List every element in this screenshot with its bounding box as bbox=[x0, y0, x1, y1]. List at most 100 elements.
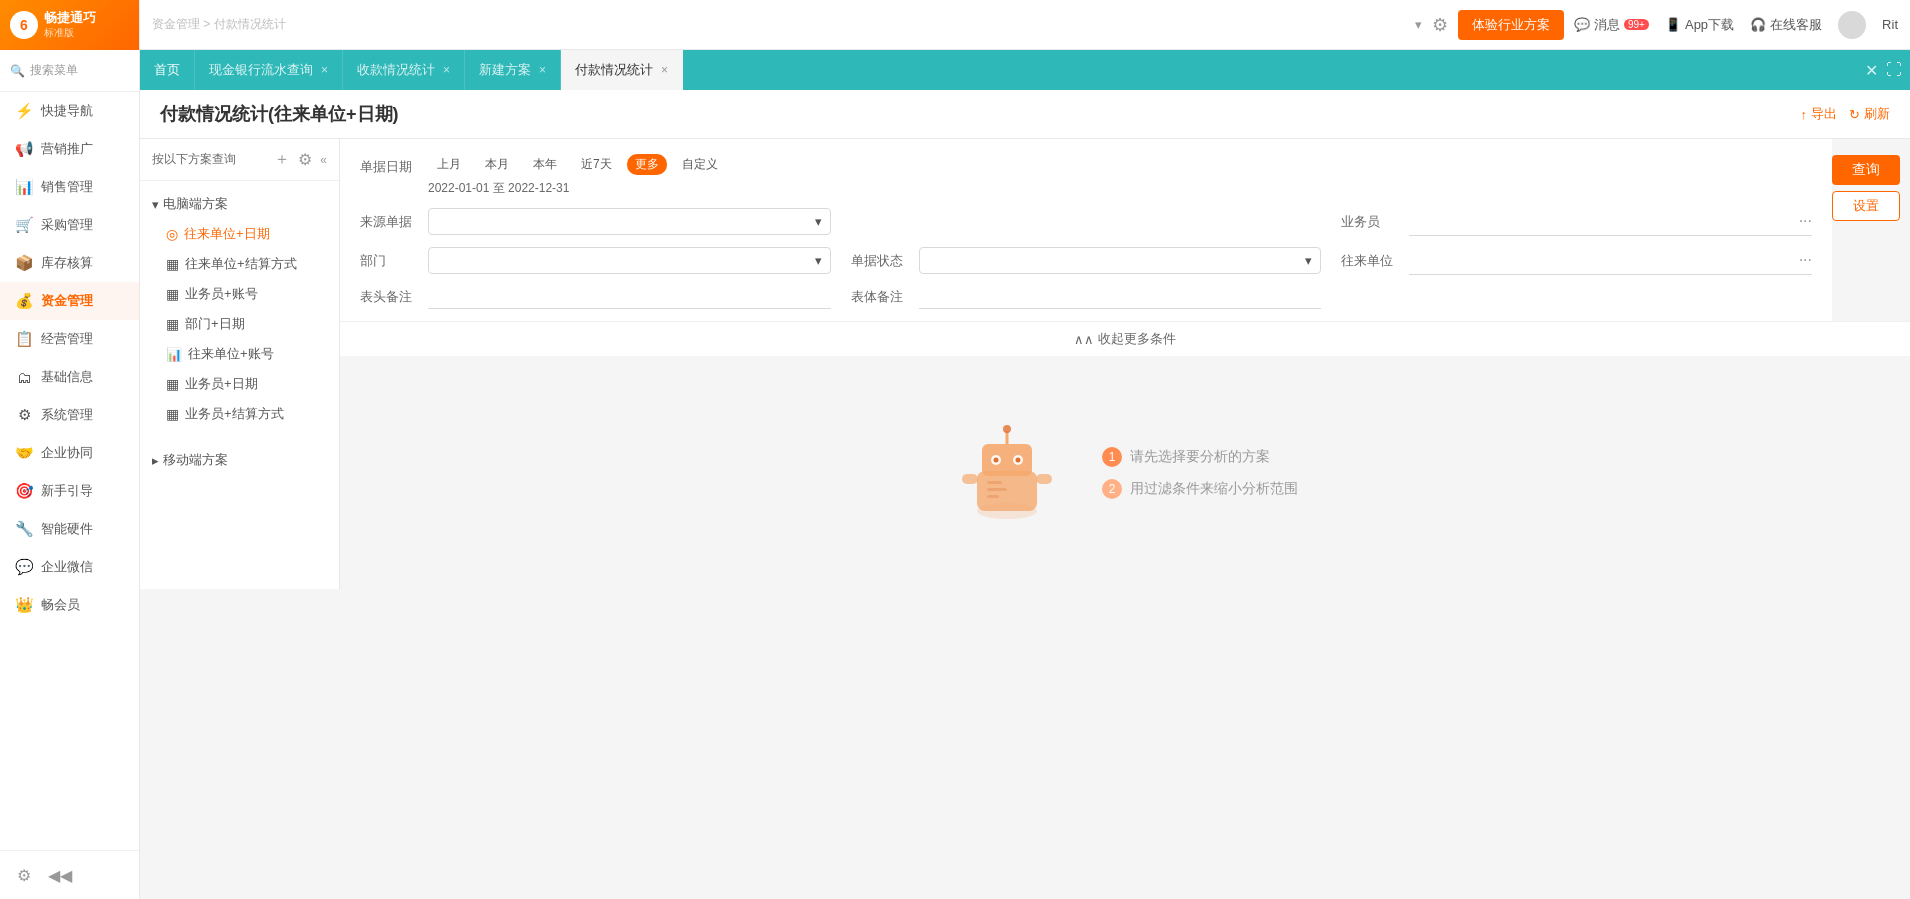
tab-cash-flow[interactable]: 现金银行流水查询 × bbox=[195, 50, 343, 90]
sidebar-search-area[interactable]: 🔍 搜索菜单 bbox=[0, 50, 139, 92]
close-all-tabs-icon[interactable]: ✕ bbox=[1865, 61, 1878, 80]
tab-new-plan[interactable]: 新建方案 × bbox=[465, 50, 561, 90]
jichuxinxi-icon: 🗂 bbox=[15, 368, 33, 386]
tab-payment-stats-close[interactable]: × bbox=[661, 63, 668, 77]
sidebar-item-huiyuan[interactable]: 👑 畅会员 bbox=[0, 586, 139, 624]
search-menu-button[interactable]: 🔍 搜索菜单 bbox=[10, 58, 129, 83]
add-scheme-icon[interactable]: ＋ bbox=[274, 149, 290, 170]
sidebar-item-kucun[interactable]: 📦 库存核算 bbox=[0, 244, 139, 282]
scheme-item-sales-settlement[interactable]: ▦ 业务员+结算方式 bbox=[140, 399, 339, 429]
doc-status-select[interactable]: ▾ bbox=[919, 247, 1322, 274]
scheme-item-sales-account[interactable]: ▦ 业务员+账号 bbox=[140, 279, 339, 309]
date-btn-last-month[interactable]: 上月 bbox=[428, 153, 470, 176]
body-note-input[interactable] bbox=[919, 285, 1322, 309]
svg-rect-1 bbox=[977, 471, 1037, 511]
scheme-item-label: 部门+日期 bbox=[185, 315, 245, 333]
online-service-label: 在线客服 bbox=[1770, 16, 1822, 34]
jingying-icon: 📋 bbox=[15, 330, 33, 348]
sidebar-item-caigou[interactable]: 🛒 采购管理 bbox=[0, 206, 139, 244]
tab-receipts-close[interactable]: × bbox=[443, 63, 450, 77]
tab-payment-stats[interactable]: 付款情况统计 × bbox=[561, 50, 683, 90]
sidebar-item-xinshou[interactable]: 🎯 新手引导 bbox=[0, 472, 139, 510]
salesman-input[interactable]: ··· bbox=[1409, 207, 1812, 236]
sidebar-item-jingying[interactable]: 📋 经营管理 bbox=[0, 320, 139, 358]
query-button[interactable]: 查询 bbox=[1832, 155, 1900, 185]
doc-status-cell: 单据状态 ▾ bbox=[851, 246, 1322, 275]
sidebar-item-kuaijie[interactable]: ⚡ 快捷导航 bbox=[0, 92, 139, 130]
topbar-right: 💬 消息 99+ 📱 App下载 🎧 在线客服 Rit bbox=[1574, 11, 1898, 39]
scheme-item-partner-settlement[interactable]: ▦ 往来单位+结算方式 bbox=[140, 249, 339, 279]
sidebar-item-label: 资金管理 bbox=[41, 292, 93, 310]
sidebar-item-hardware[interactable]: 🔧 智能硬件 bbox=[0, 510, 139, 548]
date-btn-last-7-days[interactable]: 近7天 bbox=[572, 153, 621, 176]
salesman-dots-icon[interactable]: ··· bbox=[1799, 212, 1812, 230]
expand-tab-icon[interactable]: ⛶ bbox=[1886, 61, 1902, 79]
topbar-settings-icon[interactable]: ⚙ bbox=[1432, 14, 1448, 36]
date-btn-custom[interactable]: 自定义 bbox=[673, 153, 727, 176]
salesman-cell: 业务员 ··· bbox=[1341, 207, 1812, 236]
tab-home[interactable]: 首页 bbox=[140, 50, 195, 90]
refresh-button[interactable]: ↻ 刷新 bbox=[1849, 105, 1890, 123]
svg-point-6 bbox=[1016, 458, 1021, 463]
online-service-button[interactable]: 🎧 在线客服 bbox=[1750, 16, 1822, 34]
manage-scheme-icon[interactable]: ⚙ bbox=[298, 150, 312, 169]
app-download-label: App下载 bbox=[1685, 16, 1734, 34]
empty-state: 1 请先选择要分析的方案 2 用过滤条件来缩小分析范围 bbox=[340, 356, 1910, 589]
dept-select[interactable]: ▾ bbox=[428, 247, 831, 274]
header-note-input[interactable] bbox=[428, 285, 831, 309]
source-label: 来源单据 bbox=[360, 213, 420, 231]
scheme-icon-5: ▦ bbox=[166, 376, 179, 392]
partner-dots-icon[interactable]: ··· bbox=[1799, 251, 1812, 269]
sidebar-item-zijin[interactable]: 💰 资金管理 bbox=[0, 282, 139, 320]
topbar: 资金管理 > 付款情况统计 ▾ ⚙ 体验行业方案 💬 消息 99+ 📱 App下… bbox=[140, 0, 1910, 50]
sidebar-item-yingxiao[interactable]: 📢 营销推广 bbox=[0, 130, 139, 168]
tab-cash-flow-close[interactable]: × bbox=[321, 63, 328, 77]
notification-icon: 💬 bbox=[1574, 17, 1590, 32]
collapse-conditions-button[interactable]: ∧∧ 收起更多条件 bbox=[340, 321, 1910, 356]
date-btn-more[interactable]: 更多 bbox=[627, 154, 667, 175]
mobile-scheme-section: ▸ 移动端方案 bbox=[140, 437, 339, 483]
refresh-icon: ↻ bbox=[1849, 107, 1860, 122]
scheme-icon-1: ▦ bbox=[166, 256, 179, 272]
partner-input[interactable]: ··· bbox=[1409, 246, 1812, 275]
mobile-section-toggle[interactable]: ▸ 移动端方案 bbox=[140, 445, 339, 475]
side-panel-icons: ＋ ⚙ « bbox=[274, 149, 327, 170]
sidebar-item-jichuxinxi[interactable]: 🗂 基础信息 bbox=[0, 358, 139, 396]
tab-new-plan-label: 新建方案 bbox=[479, 61, 531, 79]
caigou-icon: 🛒 bbox=[15, 216, 33, 234]
date-btn-this-month[interactable]: 本月 bbox=[476, 153, 518, 176]
tab-receipts[interactable]: 收款情况统计 × bbox=[343, 50, 465, 90]
date-btn-this-year[interactable]: 本年 bbox=[524, 153, 566, 176]
scheme-icon-2: ▦ bbox=[166, 286, 179, 302]
scheme-item-partner-date[interactable]: ◎ 往来单位+日期 bbox=[140, 219, 339, 249]
app-download-button[interactable]: 📱 App下载 bbox=[1665, 16, 1734, 34]
page-content: 付款情况统计(往来单位+日期) ↑ 导出 ↻ 刷新 按以下方案查询 ＋ bbox=[140, 90, 1910, 899]
notification-button[interactable]: 💬 消息 99+ bbox=[1574, 16, 1649, 34]
scheme-item-sales-date[interactable]: ▦ 业务员+日期 bbox=[140, 369, 339, 399]
scheme-item-dept-date[interactable]: ▦ 部门+日期 bbox=[140, 309, 339, 339]
date-filter-row: 单据日期 上月 本月 本年 近7天 更多 自定义 bbox=[360, 153, 1812, 197]
content-wrapper: 按以下方案查询 ＋ ⚙ « ▾ 电脑端方案 ◎ 往来单位+日期 bbox=[140, 139, 1910, 589]
trial-industry-button[interactable]: 体验行业方案 bbox=[1458, 10, 1564, 40]
date-range-display: 2022-01-01 至 2022-12-31 bbox=[428, 180, 1812, 197]
desktop-scheme-section: ▾ 电脑端方案 ◎ 往来单位+日期 ▦ 往来单位+结算方式 ▦ 业务员+账号 bbox=[140, 181, 339, 437]
breadcrumb-dropdown-icon[interactable]: ▾ bbox=[1415, 17, 1422, 32]
settings-button[interactable]: 设置 bbox=[1832, 191, 1900, 221]
scheme-item-partner-account[interactable]: 📊 往来单位+账号 bbox=[140, 339, 339, 369]
body-note-label: 表体备注 bbox=[851, 288, 911, 306]
source-select[interactable]: ▾ bbox=[428, 208, 831, 235]
tab-new-plan-close[interactable]: × bbox=[539, 63, 546, 77]
collapse-sidebar-icon[interactable]: ◀◀ bbox=[46, 861, 74, 889]
settings-footer-icon[interactable]: ⚙ bbox=[10, 861, 38, 889]
sidebar-item-xitong[interactable]: ⚙ 系统管理 bbox=[0, 396, 139, 434]
sidebar-menu: ⚡ 快捷导航 📢 营销推广 📊 销售管理 🛒 采购管理 📦 库存核算 💰 资金管… bbox=[0, 92, 139, 850]
sidebar-item-qiye[interactable]: 🤝 企业协同 bbox=[0, 434, 139, 472]
sidebar-item-weixin[interactable]: 💬 企业微信 bbox=[0, 548, 139, 586]
desktop-section-toggle[interactable]: ▾ 电脑端方案 bbox=[140, 189, 339, 219]
svg-rect-13 bbox=[987, 495, 999, 498]
avatar[interactable] bbox=[1838, 11, 1866, 39]
scheme-item-label: 业务员+结算方式 bbox=[185, 405, 284, 423]
sidebar-item-xiaoshou[interactable]: 📊 销售管理 bbox=[0, 168, 139, 206]
collapse-panel-icon[interactable]: « bbox=[320, 153, 327, 167]
export-button[interactable]: ↑ 导出 bbox=[1801, 105, 1838, 123]
